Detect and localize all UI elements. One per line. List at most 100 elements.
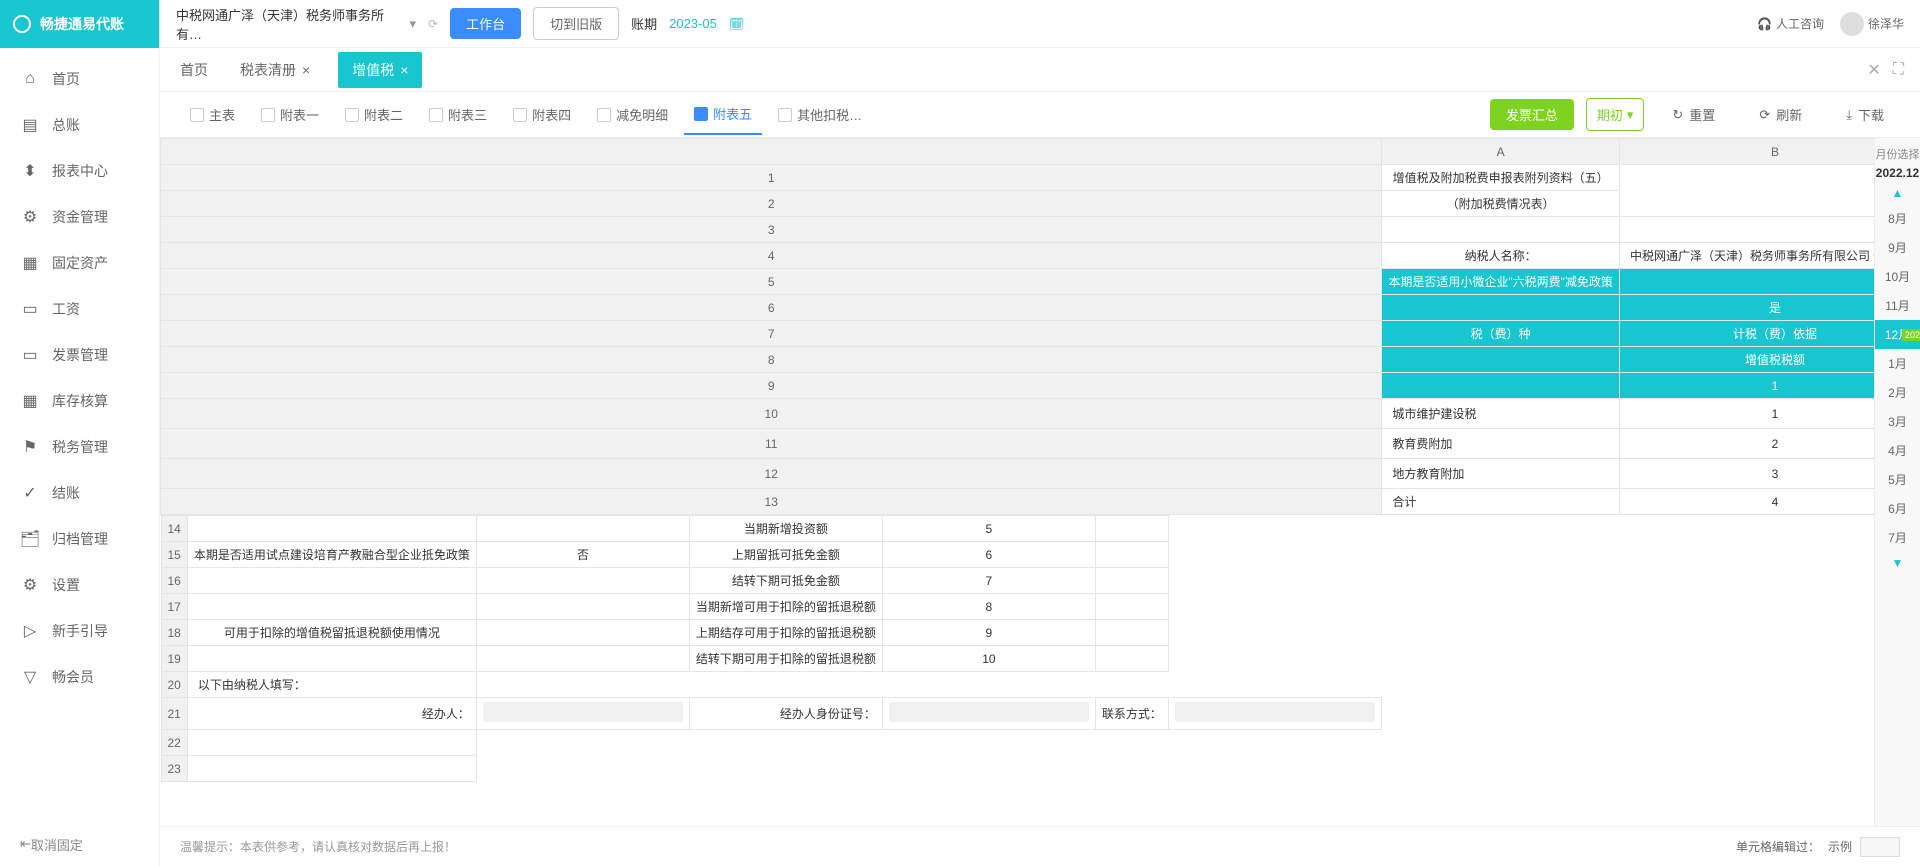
section2-idx: 8: [882, 594, 1095, 620]
cell: [187, 730, 476, 756]
refresh-company-icon[interactable]: ⟳: [428, 17, 438, 31]
tab-1[interactable]: 税表清册×: [236, 48, 314, 91]
subtab-0[interactable]: 主表: [180, 94, 245, 135]
month-item-10[interactable]: 6月: [1875, 494, 1920, 523]
refresh-button[interactable]: ⟳ 刷新: [1743, 99, 1818, 130]
subtab-6[interactable]: 附表五: [684, 94, 762, 135]
row-idx: 4: [1619, 489, 1874, 515]
section2-left: 可用于扣除的增值税留抵退税额使用情况: [187, 620, 476, 646]
month-item-1[interactable]: 9月: [1875, 233, 1920, 262]
sidebar-label: 总账: [52, 115, 80, 135]
row-num: 5: [161, 269, 1382, 295]
month-prev-icon[interactable]: ▲: [1875, 182, 1920, 204]
sidebar-icon-1: ▤: [20, 115, 40, 135]
sidebar-label: 报表中心: [52, 161, 108, 181]
subtab-7[interactable]: 其他扣税…: [768, 94, 872, 135]
row-num: 9: [161, 373, 1382, 399]
tab-close-all-icon[interactable]: ✕: [1867, 60, 1880, 80]
sidebar-item-8[interactable]: ⚑税务管理: [0, 424, 159, 470]
sidebar-unpin[interactable]: ⇤ 取消固定: [0, 822, 159, 866]
sidebar-item-5[interactable]: ▭工资: [0, 286, 159, 332]
sheet-icon: [513, 108, 527, 122]
cell: [1382, 217, 1620, 243]
subtab-1[interactable]: 附表一: [251, 94, 329, 135]
month-item-3[interactable]: 11月: [1875, 291, 1920, 320]
switch-old-button[interactable]: 切到旧版: [533, 7, 619, 40]
cell: 增值税税额: [1619, 347, 1874, 373]
month-item-7[interactable]: 3月: [1875, 407, 1920, 436]
section2-mid: [476, 594, 689, 620]
month-item-9[interactable]: 5月: [1875, 465, 1920, 494]
section2-idx: 7: [882, 568, 1095, 594]
sidebar-item-11[interactable]: ⚙设置: [0, 562, 159, 608]
support-link[interactable]: 🎧 人工咨询: [1757, 15, 1824, 32]
tab-0[interactable]: 首页: [176, 48, 212, 91]
sidebar-item-0[interactable]: ⌂首页: [0, 56, 159, 102]
month-item-2[interactable]: 10月: [1875, 262, 1920, 291]
section2-label: 上期留抵可抵免金额: [689, 542, 882, 568]
sidebar-item-1[interactable]: ▤ 总账: [0, 102, 159, 148]
month-item-8[interactable]: 4月: [1875, 436, 1920, 465]
sidebar-item-9[interactable]: ✓结账: [0, 470, 159, 516]
subtab-4[interactable]: 附表四: [503, 94, 581, 135]
row-num: 6: [161, 295, 1382, 321]
tab-close-icon[interactable]: ×: [400, 62, 408, 78]
month-item-0[interactable]: 8月: [1875, 204, 1920, 233]
sidebar-menu: ⌂首页 ▤ 总账 ⬍报表中心⚙资金管理▦固定资产▭工资▭发票管理▦库存核算⚑税务管理✓…: [0, 48, 159, 822]
row-idx: 1: [1619, 399, 1874, 429]
handler-label: 经办人：: [187, 698, 476, 730]
month-item-4[interactable]: 12月: [1875, 320, 1920, 349]
fullscreen-icon[interactable]: ⛶: [1893, 60, 1904, 80]
subtab-5[interactable]: 减免明细: [587, 94, 678, 135]
cell: [1619, 269, 1874, 295]
sidebar-label: 固定资产: [52, 253, 108, 273]
subtab-2[interactable]: 附表二: [335, 94, 413, 135]
user-menu[interactable]: 徐泽华: [1840, 12, 1904, 36]
tax-name: 合计: [1382, 489, 1620, 515]
subtab-3[interactable]: 附表三: [419, 94, 497, 135]
tax-name: 地方教育附加: [1382, 459, 1620, 489]
handler-id-label: 经办人身份证号：: [689, 698, 882, 730]
period-reset-button[interactable]: 期初 ▾: [1586, 98, 1645, 131]
sidebar-item-13[interactable]: ▽畅会员: [0, 654, 159, 700]
section2-label: 结转下期可抵免金额: [689, 568, 882, 594]
sidebar-item-10[interactable]: 🗂归档管理: [0, 516, 159, 562]
spreadsheet-area[interactable]: ABCDEFGHIJKLMNO1增值税及附加税费申报表附列资料（五）2（附加税费…: [160, 138, 1874, 826]
sidebar-label: 新手引导: [52, 621, 108, 641]
month-next-icon[interactable]: ▼: [1875, 552, 1920, 574]
sheet-icon: [597, 108, 611, 122]
month-item-11[interactable]: 7月: [1875, 523, 1920, 552]
section2-idx: 9: [882, 620, 1095, 646]
tab-close-icon[interactable]: ×: [302, 62, 310, 78]
brand-text: 畅捷通易代账: [40, 14, 124, 34]
sidebar-item-7[interactable]: ▦库存核算: [0, 378, 159, 424]
workbench-button[interactable]: 工作台: [450, 8, 521, 39]
period-value[interactable]: 2023-05: [669, 16, 717, 31]
cell: 1: [1619, 373, 1874, 399]
sidebar-item-6[interactable]: ▭发票管理: [0, 332, 159, 378]
calendar-icon[interactable]: 🗓: [729, 17, 744, 31]
month-item-5[interactable]: 1月: [1875, 349, 1920, 378]
row-num: 14: [161, 516, 187, 542]
contact-input[interactable]: [1168, 698, 1381, 730]
sheet-icon: [694, 107, 708, 121]
sidebar-icon-13: ▽: [20, 667, 40, 687]
section2-val: [1095, 594, 1168, 620]
sidebar-item-2[interactable]: ⬍报表中心: [0, 148, 159, 194]
period-label: 账期: [631, 14, 657, 33]
tab-2[interactable]: 增值税×: [338, 52, 422, 88]
handler-input[interactable]: [476, 698, 689, 730]
sidebar-item-3[interactable]: ⚙资金管理: [0, 194, 159, 240]
handler-id-input[interactable]: [882, 698, 1095, 730]
download-button[interactable]: ⤓ 下载: [1830, 99, 1900, 130]
month-item-6[interactable]: 2月: [1875, 378, 1920, 407]
sidebar-item-12[interactable]: ▷新手引导: [0, 608, 159, 654]
section2-val: [1095, 646, 1168, 672]
sidebar-label: 库存核算: [52, 391, 108, 411]
sidebar-item-4[interactable]: ▦固定资产: [0, 240, 159, 286]
sidebar-icon-3: ⚙: [20, 207, 40, 227]
reset-button[interactable]: ↻ 重置: [1656, 99, 1731, 130]
company-selector[interactable]: 中税网通广泽（天津）税务师事务所有…: [176, 5, 416, 43]
sheet-icon: [190, 108, 204, 122]
invoice-summary-button[interactable]: 发票汇总: [1490, 99, 1574, 130]
